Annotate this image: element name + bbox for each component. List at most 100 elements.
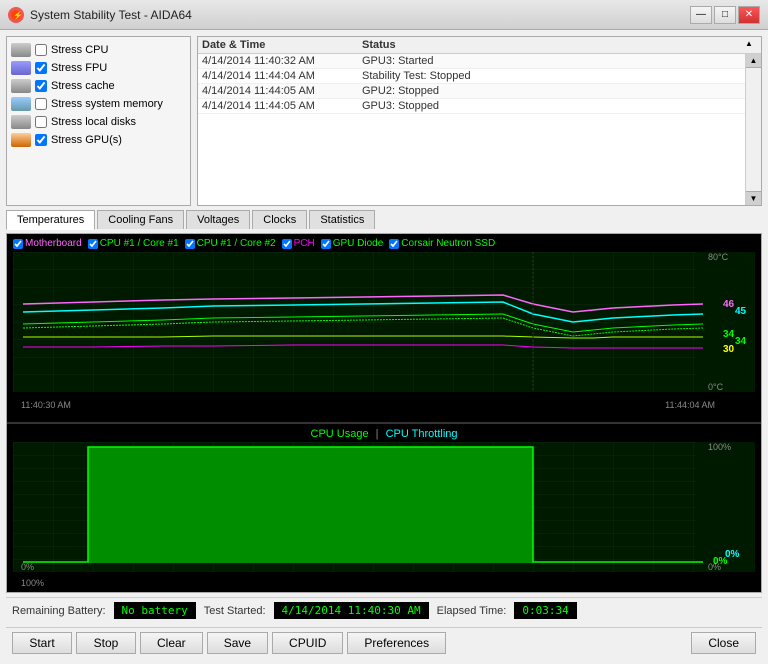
svg-text:100%: 100% <box>708 442 731 452</box>
log-scroll-down-btn[interactable]: ▼ <box>746 191 761 205</box>
log-row-1: 4/14/2014 11:40:32 AM GPU3: Started <box>198 54 761 69</box>
stress-cache-checkbox[interactable] <box>35 80 47 92</box>
temp-legend: Motherboard CPU #1 / Core #1 CPU #1 / Co… <box>13 238 755 249</box>
svg-text:0%: 0% <box>725 549 740 560</box>
log-panel: Date & Time Status ▲ 4/14/2014 11:40:32 … <box>197 36 762 206</box>
test-started-value: 4/14/2014 11:40:30 AM <box>274 602 429 619</box>
stress-options-panel: Stress CPU Stress FPU Stress cache Stres… <box>6 36 191 206</box>
log-row-4: 4/14/2014 11:44:05 AM GPU3: Stopped <box>198 99 761 114</box>
legend-ssd: Corsair Neutron SSD <box>389 238 495 249</box>
legend-motherboard: Motherboard <box>13 238 82 249</box>
legend-motherboard-check[interactable] <box>13 239 23 249</box>
svg-text:45: 45 <box>735 306 747 317</box>
log-status-4: GPU3: Stopped <box>362 100 757 112</box>
stress-cpu-checkbox[interactable] <box>35 44 47 56</box>
temp-x-start-label: 11:40:30 AM <box>21 400 71 410</box>
window-controls: — □ ✕ <box>690 6 760 24</box>
log-scroll-up-btn[interactable]: ▲ <box>746 54 761 68</box>
log-row-3: 4/14/2014 11:44:05 AM GPU2: Stopped <box>198 84 761 99</box>
mem-icon <box>11 97 31 111</box>
stress-mem-label: Stress system memory <box>51 98 163 110</box>
svg-text:30: 30 <box>723 344 735 355</box>
stop-button[interactable]: Stop <box>76 632 136 654</box>
temp-chart-area: 80°C 0°C 46 45 34 34 30 <box>13 252 755 392</box>
legend-cpu-core2: CPU #1 / Core #2 <box>185 238 276 249</box>
log-body[interactable]: 4/14/2014 11:40:32 AM GPU3: Started 4/14… <box>198 54 761 205</box>
log-header: Date & Time Status ▲ <box>198 37 761 54</box>
stress-gpu-checkbox[interactable] <box>35 134 47 146</box>
log-status-2: Stability Test: Stopped <box>362 70 757 82</box>
test-started-label: Test Started: <box>204 605 266 617</box>
legend-pch-check[interactable] <box>282 239 292 249</box>
cpu-chart-title: CPU Usage | CPU Throttling <box>13 428 755 440</box>
gpu-icon <box>11 133 31 147</box>
close-button[interactable]: Close <box>691 632 756 654</box>
log-status-3: GPU2: Stopped <box>362 85 757 97</box>
clear-button[interactable]: Clear <box>140 632 203 654</box>
legend-gpu-diode-check[interactable] <box>321 239 331 249</box>
tab-voltages[interactable]: Voltages <box>186 210 250 229</box>
legend-cpu-core1: CPU #1 / Core #1 <box>88 238 179 249</box>
battery-value: No battery <box>114 602 196 619</box>
legend-gpu-diode: GPU Diode <box>321 238 384 249</box>
disk-icon <box>11 115 31 129</box>
fpu-icon <box>11 61 31 75</box>
stress-fpu-item: Stress FPU <box>11 59 186 77</box>
elapsed-value: 0:03:34 <box>514 602 576 619</box>
stress-cpu-label: Stress CPU <box>51 44 108 56</box>
stress-gpu-item: Stress GPU(s) <box>11 131 186 149</box>
legend-pch: PCH <box>282 238 315 249</box>
stress-fpu-checkbox[interactable] <box>35 62 47 74</box>
cpu-y-max: 100% <box>21 578 44 588</box>
legend-cpu-core1-check[interactable] <box>88 239 98 249</box>
log-status-header: Status <box>362 39 741 51</box>
elapsed-label: Elapsed Time: <box>437 605 507 617</box>
cpu-y-min: 0% <box>21 562 34 572</box>
maximize-button[interactable]: □ <box>714 6 736 24</box>
save-button[interactable]: Save <box>207 632 268 654</box>
app-icon: ⚡ <box>8 7 24 23</box>
log-status-1: GPU3: Started <box>362 55 757 67</box>
legend-cpu-core1-label: CPU #1 / Core #1 <box>100 238 179 249</box>
stress-disk-checkbox[interactable] <box>35 116 47 128</box>
tab-temperatures[interactable]: Temperatures <box>6 210 95 230</box>
svg-text:80°C: 80°C <box>708 252 729 262</box>
log-date-4: 4/14/2014 11:44:05 AM <box>202 100 362 112</box>
log-scrollbar[interactable]: ▲ ▼ <box>745 54 761 205</box>
preferences-button[interactable]: Preferences <box>347 632 446 654</box>
temperature-chart: Motherboard CPU #1 / Core #1 CPU #1 / Co… <box>7 234 761 424</box>
legend-ssd-check[interactable] <box>389 239 399 249</box>
legend-gpu-diode-label: GPU Diode <box>333 238 384 249</box>
stress-mem-checkbox[interactable] <box>35 98 47 110</box>
window-title: System Stability Test - AIDA64 <box>30 8 192 22</box>
svg-text:34: 34 <box>735 336 747 347</box>
log-date-1: 4/14/2014 11:40:32 AM <box>202 55 362 67</box>
legend-pch-label: PCH <box>294 238 315 249</box>
cpu-usage-block <box>88 447 533 563</box>
log-date-3: 4/14/2014 11:44:05 AM <box>202 85 362 97</box>
legend-motherboard-label: Motherboard <box>25 238 82 249</box>
toolbar: Start Stop Clear Save CPUID Preferences … <box>6 627 762 658</box>
legend-ssd-label: Corsair Neutron SSD <box>401 238 495 249</box>
log-date-2: 4/14/2014 11:44:04 AM <box>202 70 362 82</box>
log-scroll-up-arrow[interactable]: ▲ <box>745 39 753 48</box>
svg-text:46: 46 <box>723 299 735 310</box>
cache-icon <box>11 79 31 93</box>
minimize-button[interactable]: — <box>690 6 712 24</box>
tab-statistics[interactable]: Statistics <box>309 210 375 229</box>
cpuid-button[interactable]: CPUID <box>272 632 343 654</box>
cpu-chart-svg: 100% 0% 0% 0% <box>13 442 755 572</box>
cpu-chart-sep: | <box>376 428 379 440</box>
legend-cpu-core2-label: CPU #1 / Core #2 <box>197 238 276 249</box>
stress-gpu-label: Stress GPU(s) <box>51 134 122 146</box>
tab-clocks[interactable]: Clocks <box>252 210 307 229</box>
legend-cpu-core2-check[interactable] <box>185 239 195 249</box>
close-window-button[interactable]: ✕ <box>738 6 760 24</box>
temp-chart-svg: 80°C 0°C 46 45 34 34 30 <box>13 252 755 392</box>
tab-cooling-fans[interactable]: Cooling Fans <box>97 210 184 229</box>
title-bar: ⚡ System Stability Test - AIDA64 — □ ✕ <box>0 0 768 30</box>
stress-disk-item: Stress local disks <box>11 113 186 131</box>
start-button[interactable]: Start <box>12 632 72 654</box>
status-bar: Remaining Battery: No battery Test Start… <box>6 597 762 623</box>
svg-text:34: 34 <box>723 329 735 340</box>
